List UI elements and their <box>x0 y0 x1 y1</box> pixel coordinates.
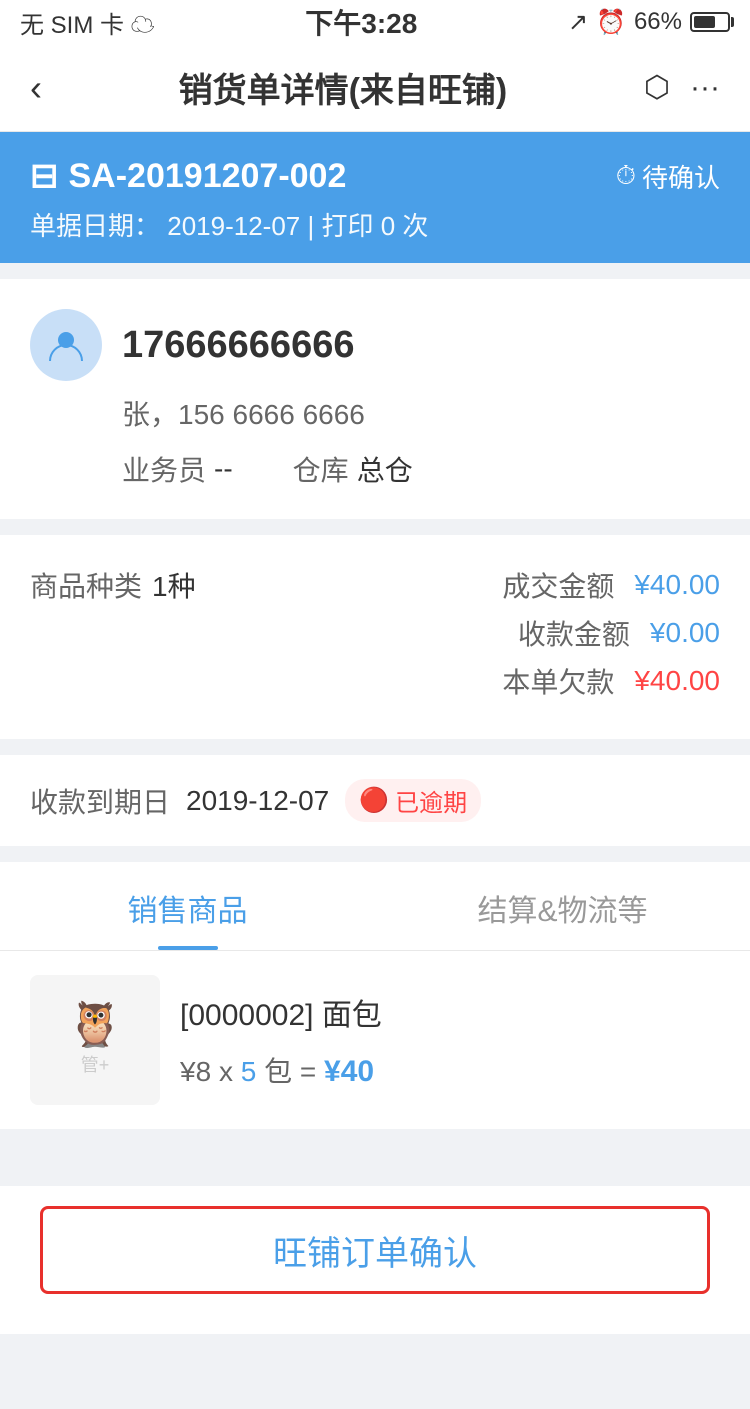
order-status: ⏱ 待确认 <box>616 158 720 195</box>
battery-icon <box>690 12 730 32</box>
overdue-text: 已逾期 <box>395 783 467 818</box>
debt-value: ¥40.00 <box>634 665 720 697</box>
status-icon: ⏱ <box>616 160 636 192</box>
received-value: ¥0.00 <box>650 617 720 649</box>
date-label: 单据日期： <box>30 211 160 241</box>
product-owl-icon: 🦉 <box>68 1003 123 1047</box>
order-number-text: SA-20191207-002 <box>69 157 347 196</box>
order-date-value: 2019-12-07 <box>167 211 300 241</box>
separator: | <box>307 211 321 241</box>
tab-sales-label: 销售商品 <box>128 895 248 928</box>
product-type-label: 商品种类 <box>30 565 142 605</box>
tab-settlement-label: 结算&物流等 <box>477 895 647 928</box>
back-button[interactable]: ‹ <box>30 67 42 109</box>
order-number: ⊟ SA-20191207-002 <box>30 156 346 196</box>
customer-section: 17666666666 张，156 6666 6666 业务员 -- 仓库 总仓 <box>0 279 750 519</box>
tabs-section: 销售商品 结算&物流等 🦉 管+ [0000002] 面包 ¥8 x 5 <box>0 862 750 1129</box>
product-name: [0000002] 面包 <box>180 990 720 1034</box>
product-price: ¥8 x 5 包 = ¥40 <box>180 1050 720 1090</box>
customer-meta: 业务员 -- 仓库 总仓 <box>122 449 720 489</box>
nav-bar: ‹ 销货单详情(来自旺铺) ⬡ ··· <box>0 44 750 132</box>
amounts: 成交金额 ¥40.00 收款金额 ¥0.00 本单欠款 ¥40.00 <box>502 565 720 709</box>
product-qty: 5 <box>241 1056 257 1087</box>
due-date-section: 收款到期日 2019-12-07 🔴 已逾期 <box>0 755 750 846</box>
product-code: [0000002] <box>180 999 313 1032</box>
location-icon: ↗ <box>568 8 588 37</box>
export-icon[interactable]: ⬡ <box>644 70 670 105</box>
overdue-icon: 🔴 <box>359 786 389 815</box>
avatar <box>30 309 102 381</box>
nav-actions: ⬡ ··· <box>644 70 720 105</box>
warehouse-label: 仓库 <box>293 449 349 489</box>
tab-sales[interactable]: 销售商品 <box>0 862 375 950</box>
status-bar: 无 SIM 卡 ☁ 下午3:28 ↗ ⏰ 66% <box>0 0 750 44</box>
tab-settlement[interactable]: 结算&物流等 <box>375 862 750 950</box>
no-sim-text: 无 SIM 卡 ☁ <box>20 5 155 40</box>
sales-label: 业务员 <box>122 449 206 489</box>
product-total: ¥40 <box>324 1055 374 1088</box>
product-section: 🦉 管+ [0000002] 面包 ¥8 x 5 包 = ¥40 <box>0 951 750 1129</box>
product-info: [0000002] 面包 ¥8 x 5 包 = ¥40 <box>180 990 720 1090</box>
page-title: 销货单详情(来自旺铺) <box>179 63 508 112</box>
multiply-symbol: x <box>219 1056 241 1087</box>
debt-label: 本单欠款 <box>502 661 614 701</box>
product-owl-sub: 管+ <box>81 1051 110 1077</box>
more-icon[interactable]: ··· <box>690 71 720 105</box>
amount-value: ¥40.00 <box>634 569 720 601</box>
battery-percent: 66% <box>634 8 682 36</box>
summary-section: 商品种类 1种 成交金额 ¥40.00 收款金额 ¥0.00 本单欠款 ¥40.… <box>0 535 750 739</box>
alarm-icon: ⏰ <box>596 8 626 37</box>
product-type-value: 1种 <box>152 565 196 605</box>
overdue-badge: 🔴 已逾期 <box>345 779 481 822</box>
equals-symbol: = <box>300 1056 324 1087</box>
tabs: 销售商品 结算&物流等 <box>0 862 750 951</box>
order-date: 单据日期： 2019-12-07 | 打印 0 次 <box>30 206 720 243</box>
received-label: 收款金额 <box>518 613 630 653</box>
product-thumbnail: 🦉 管+ <box>30 975 160 1105</box>
product-name-text: 面包 <box>322 999 382 1032</box>
header-card: ⊟ SA-20191207-002 ⏱ 待确认 单据日期： 2019-12-07… <box>0 132 750 263</box>
print-info: 打印 0 次 <box>321 211 428 241</box>
order-icon: ⊟ <box>30 156 59 196</box>
warehouse-value: 总仓 <box>357 449 413 489</box>
confirm-btn-label: 旺铺订单确认 <box>273 1226 477 1275</box>
amount-label: 成交金额 <box>502 565 614 605</box>
status-time: 下午3:28 <box>305 2 417 42</box>
status-right: ↗ ⏰ 66% <box>568 8 730 37</box>
product-unit-price: ¥8 <box>180 1056 211 1087</box>
due-label: 收款到期日 <box>30 781 170 821</box>
confirm-order-button[interactable]: 旺铺订单确认 <box>40 1206 710 1294</box>
due-date-value: 2019-12-07 <box>186 785 329 817</box>
customer-phone: 17666666666 <box>122 324 354 367</box>
product-unit: 包 <box>264 1056 292 1087</box>
customer-name: 张，156 6666 6666 <box>122 393 720 433</box>
sales-value: -- <box>214 453 233 485</box>
status-text: 待确认 <box>642 158 720 195</box>
status-left: 无 SIM 卡 ☁ <box>20 5 155 40</box>
confirm-btn-wrap: 旺铺订单确认 <box>0 1186 750 1334</box>
product-item: 🦉 管+ [0000002] 面包 ¥8 x 5 包 = ¥40 <box>30 975 720 1105</box>
